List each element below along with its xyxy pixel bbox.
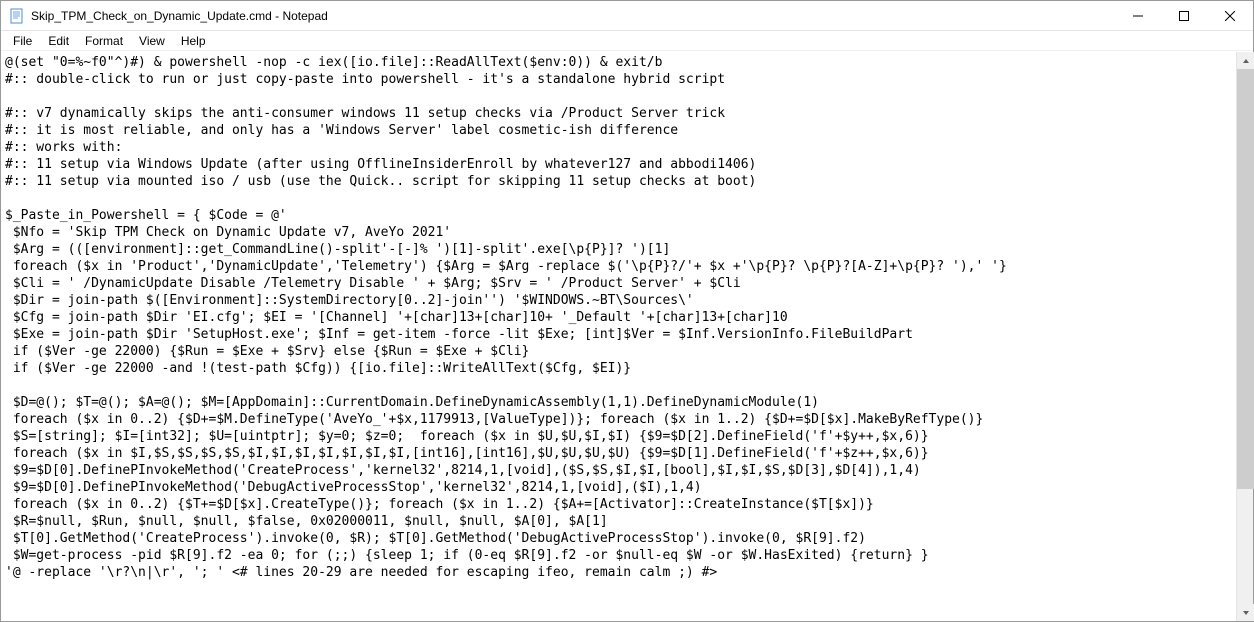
menu-view[interactable]: View [131, 32, 173, 50]
scroll-down-arrow[interactable] [1237, 604, 1254, 621]
menu-format[interactable]: Format [77, 32, 131, 50]
window-title: Skip_TPM_Check_on_Dynamic_Update.cmd - N… [31, 9, 1115, 23]
window-controls [1115, 1, 1253, 31]
menu-file[interactable]: File [5, 32, 40, 50]
editor-area: @(set "0=%~f0"^)#) & powershell -nop -c … [1, 52, 1253, 621]
scroll-thumb[interactable] [1237, 69, 1254, 489]
menubar: File Edit Format View Help [1, 31, 1253, 51]
menu-edit[interactable]: Edit [40, 32, 77, 50]
titlebar: Skip_TPM_Check_on_Dynamic_Update.cmd - N… [1, 1, 1253, 31]
menu-help[interactable]: Help [173, 32, 214, 50]
close-button[interactable] [1207, 1, 1253, 31]
vertical-scrollbar[interactable] [1236, 52, 1253, 621]
maximize-button[interactable] [1161, 1, 1207, 31]
minimize-button[interactable] [1115, 1, 1161, 31]
scroll-up-arrow[interactable] [1237, 52, 1254, 69]
text-editor[interactable]: @(set "0=%~f0"^)#) & powershell -nop -c … [1, 52, 1236, 621]
notepad-icon [9, 8, 25, 24]
